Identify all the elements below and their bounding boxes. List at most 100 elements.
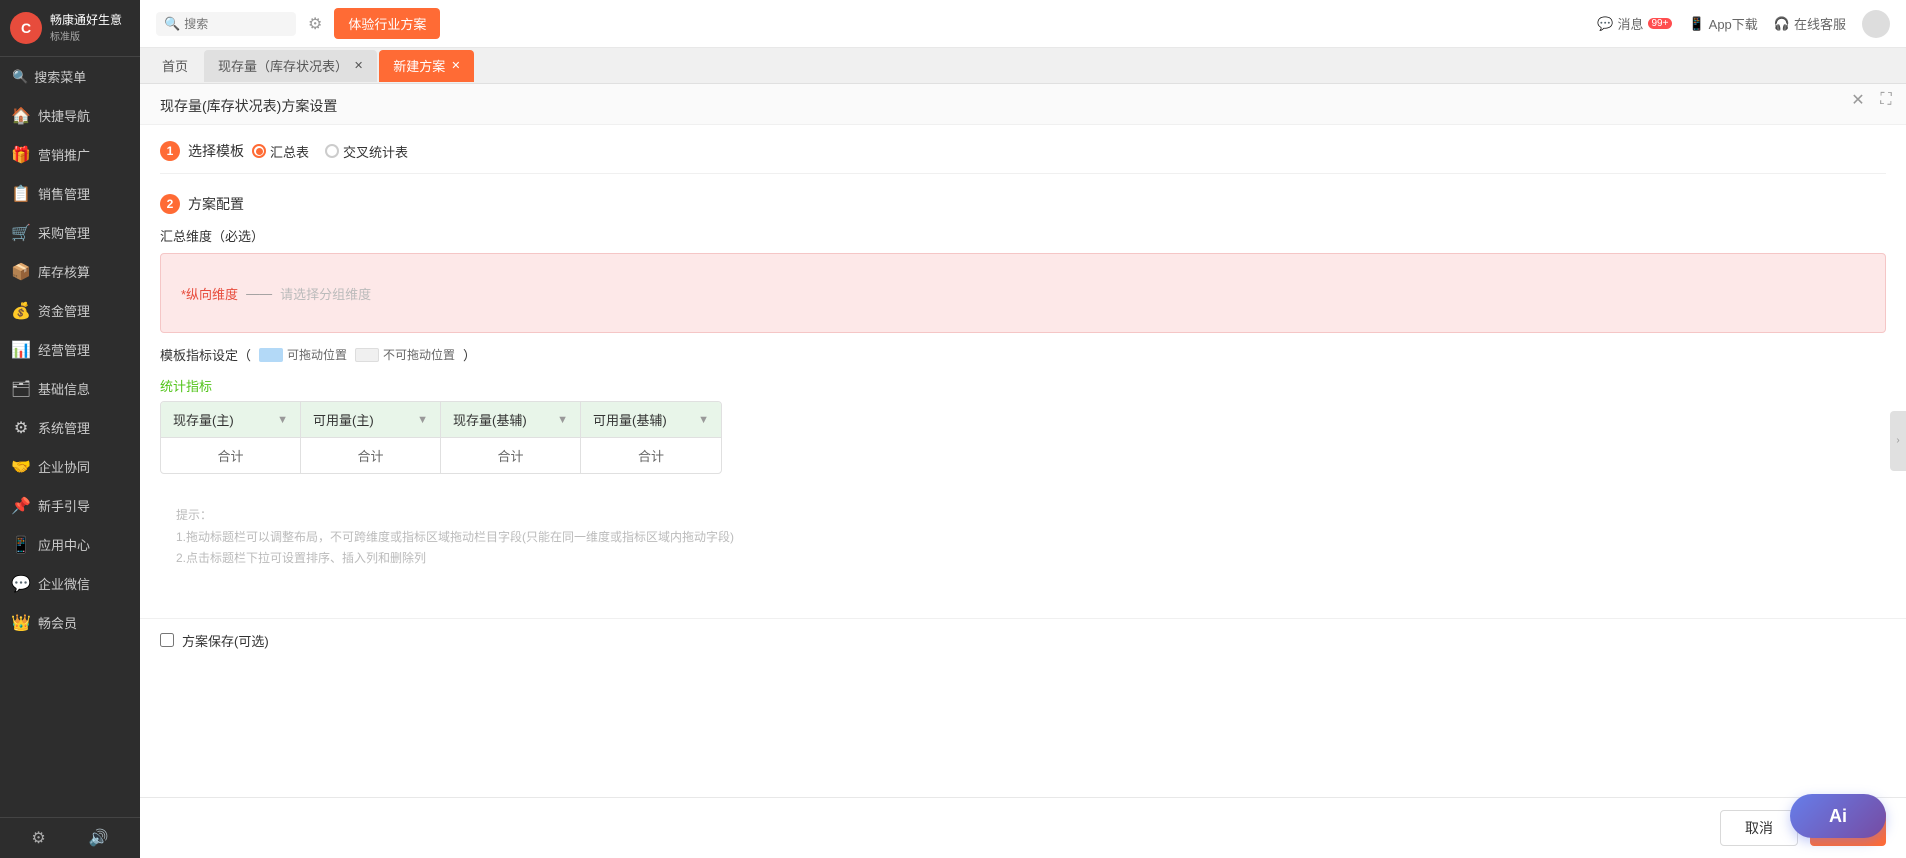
trial-button[interactable]: 体验行业方案: [334, 8, 440, 39]
customer-service-button[interactable]: 🎧 在线客服: [1774, 14, 1846, 33]
section1-num: 1: [160, 141, 180, 161]
dimension-placeholder: 请选择分组维度: [280, 284, 371, 303]
sidebar-item-app-center[interactable]: 📱 应用中心: [0, 525, 140, 564]
sidebar-item-member[interactable]: 👑 畅会员: [0, 603, 140, 642]
sidebar-item-operation[interactable]: 📊 经营管理: [0, 330, 140, 369]
gear-icon[interactable]: ⚙: [308, 14, 322, 34]
sidebar-item-marketing[interactable]: 🎁 营销推广: [0, 135, 140, 174]
section2-num: 2: [160, 194, 180, 214]
tab-new-scheme[interactable]: 新建方案 ✕: [379, 50, 474, 82]
mobile-icon: 📱: [12, 536, 30, 554]
folder-icon: 🗂: [12, 380, 30, 398]
stats-table-header: 现存量(主) ▼ 可用量(主) ▼ 现存量(基辅) ▼: [161, 402, 721, 437]
right-collapse-handle[interactable]: ›: [1890, 411, 1906, 471]
message-button[interactable]: 💬 消息 99+: [1597, 14, 1672, 33]
section2-label: 方案配置: [188, 194, 244, 214]
tips-section: 提示： 1.拖动标题栏可以调整布局，不可跨维度或指标区域拖动栏目字段(只能在同一…: [160, 493, 1886, 582]
gift-icon: 🎁: [12, 146, 30, 164]
sidebar-bottom: ⚙ 🔊: [0, 817, 140, 858]
stats-col-4-label: 可用量(基辅): [593, 410, 667, 429]
cancel-button[interactable]: 取消: [1720, 810, 1798, 846]
sidebar-item-inventory[interactable]: 📦 库存核算: [0, 252, 140, 291]
stats-col-3[interactable]: 现存量(基辅) ▼: [441, 402, 581, 437]
finance-icon: 💰: [12, 302, 30, 320]
sidebar-item-finance[interactable]: 💰 资金管理: [0, 291, 140, 330]
sidebar-item-label: 销售管理: [38, 184, 90, 203]
radio-cross-label: 交叉统计表: [343, 142, 408, 161]
search-input[interactable]: [184, 17, 284, 31]
sidebar-item-purchase[interactable]: 🛒 采购管理: [0, 213, 140, 252]
sidebar-item-label: 企业微信: [38, 574, 90, 593]
tab-home[interactable]: 首页: [148, 50, 202, 82]
ai-fab-label: Ai: [1829, 806, 1847, 827]
dimension-dash: ——: [246, 286, 272, 301]
app-download-label: App下载: [1709, 14, 1758, 33]
tab-inventory-status[interactable]: 现存量（库存状况表） ✕: [204, 50, 377, 82]
sidebar-item-label: 应用中心: [38, 535, 90, 554]
save-checkbox-label: 方案保存(可选): [182, 631, 269, 650]
crown-icon: 👑: [12, 614, 30, 632]
topbar: 🔍 ⚙ 体验行业方案 💬 消息 99+ 📱 App下载 🎧 在线客服: [140, 0, 1906, 48]
handshake-icon: 🤝: [12, 458, 30, 476]
sidebar-item-enterprise-wx[interactable]: 💬 企业微信: [0, 564, 140, 603]
guide-icon: 📌: [12, 497, 30, 515]
sidebar-item-label: 企业协同: [38, 457, 90, 476]
topbar-search-box[interactable]: 🔍: [156, 12, 296, 36]
stats-col-1-label: 现存量(主): [173, 410, 234, 429]
sidebar-item-label: 库存核算: [38, 262, 90, 281]
separator1: [160, 173, 1886, 174]
stats-col-4[interactable]: 可用量(基辅) ▼: [581, 402, 721, 437]
sidebar-item-quick-nav[interactable]: 🏠 快捷导航: [0, 96, 140, 135]
stats-table: 现存量(主) ▼ 可用量(主) ▼ 现存量(基辅) ▼: [160, 401, 722, 474]
sidebar-item-label: 采购管理: [38, 223, 90, 242]
panel-header: 现存量(库存状况表)方案设置 ✕ ⛶: [140, 84, 1906, 125]
sidebar-item-basic-info[interactable]: 🗂 基础信息: [0, 369, 140, 408]
dimension-section: 汇总维度（必选） *纵向维度 —— 请选择分组维度: [160, 226, 1886, 333]
radio-summary[interactable]: 汇总表: [252, 142, 309, 161]
stats-col-2[interactable]: 可用量(主) ▼: [301, 402, 441, 437]
stats-col-3-label: 现存量(基辅): [453, 410, 527, 429]
search-icon: 🔍: [164, 16, 180, 32]
stats-col-1[interactable]: 现存量(主) ▼: [161, 402, 301, 437]
user-avatar[interactable]: [1862, 10, 1890, 38]
legend-draggable-label: 可拖动位置: [287, 346, 347, 363]
section-config: 2 方案配置 汇总维度（必选） *纵向维度 —— 请选择分组维度 模板指标设定（: [160, 194, 1886, 582]
tab-new-scheme-close-icon[interactable]: ✕: [451, 59, 460, 72]
expand-panel-icon[interactable]: ⛶: [1874, 88, 1898, 112]
dimension-section-label: 汇总维度（必选）: [160, 226, 1886, 245]
chevron-down-icon-2: ▼: [417, 414, 428, 426]
tips-item-1: 1.拖动标题栏可以调整布局，不可跨维度或指标区域拖动栏目字段(只能在同一维度或指…: [176, 527, 1870, 549]
radio-cross[interactable]: 交叉统计表: [325, 142, 408, 161]
dimension-area[interactable]: *纵向维度 —— 请选择分组维度: [160, 253, 1886, 333]
message-badge: 99+: [1648, 18, 1673, 29]
sidebar-item-label: 资金管理: [38, 301, 90, 320]
sidebar-item-label: 快捷导航: [38, 106, 90, 125]
section2-title: 2 方案配置: [160, 194, 1886, 214]
close-panel-icon[interactable]: ✕: [1846, 88, 1870, 112]
app-download-button[interactable]: 📱 App下载: [1688, 14, 1757, 33]
tabs-bar: 首页 现存量（库存状况表） ✕ 新建方案 ✕: [140, 48, 1906, 84]
tab-inventory-close-icon[interactable]: ✕: [354, 59, 363, 72]
save-checkbox[interactable]: [160, 633, 174, 647]
legend-non-draggable-box: [355, 348, 379, 362]
cart-icon: 🛒: [12, 224, 30, 242]
radio-summary-circle: [252, 144, 266, 158]
stats-cell-1: 合计: [161, 437, 301, 473]
sidebar-item-newbie[interactable]: 📌 新手引导: [0, 486, 140, 525]
ai-fab-button[interactable]: Ai: [1790, 794, 1886, 838]
sidebar-item-system[interactable]: ⚙ 系统管理: [0, 408, 140, 447]
legend-draggable-box: [259, 348, 283, 362]
message-icon: 💬: [1597, 16, 1613, 32]
download-icon: 📱: [1688, 16, 1704, 32]
sidebar-search[interactable]: 🔍 搜索菜单: [0, 57, 140, 96]
chevron-down-icon-4: ▼: [698, 414, 709, 426]
sound-bottom-icon[interactable]: 🔊: [89, 828, 109, 848]
gear-icon: ⚙: [12, 419, 30, 437]
panel-body: 1 选择模板 汇总表 交叉统计表: [140, 125, 1906, 618]
sidebar-item-enterprise[interactable]: 🤝 企业协同: [0, 447, 140, 486]
sidebar-item-sales[interactable]: 📋 销售管理: [0, 174, 140, 213]
stats-title: 统计指标: [160, 376, 1886, 395]
indicator-settings-text: 模板指标设定（: [160, 345, 251, 364]
section-template: 1 选择模板 汇总表 交叉统计表: [160, 141, 1886, 174]
settings-bottom-icon[interactable]: ⚙: [31, 828, 45, 848]
